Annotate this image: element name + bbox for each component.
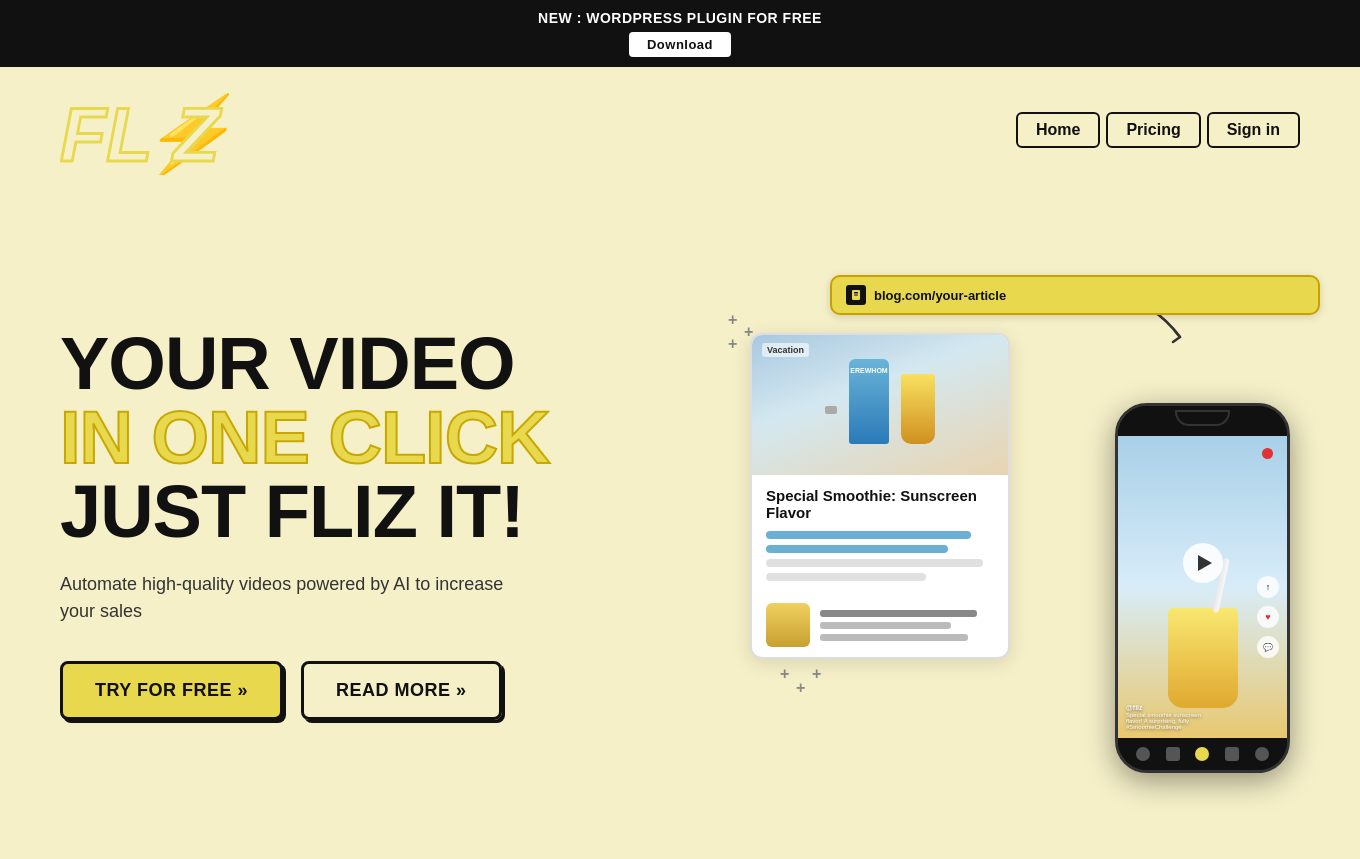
sunscreen-bottle: EREWHOM [849,359,889,444]
svg-text:FL: FL [60,93,152,175]
phone-smoothie-cup [1168,608,1238,708]
phone-play-button[interactable] [1183,543,1223,583]
hero-subtext: Automate high-quality videos powered by … [60,571,520,625]
logo[interactable]: FL ⚡ Z [60,85,230,175]
thumb-line-1 [820,610,977,617]
phone-notch [1175,410,1230,426]
phone-nav-1 [1136,747,1150,761]
plus-decoration-3: + [728,335,737,353]
phone-top-bar [1118,406,1287,436]
blog-card-mockup: Vacation EREWHOM Special Smoothie: Sunsc… [750,333,1010,659]
bottle-label: EREWHOM [849,359,889,375]
headline-line3: JUST FLIZ IT! [60,470,524,553]
download-button[interactable]: Download [629,32,731,57]
read-more-button[interactable]: READ MORE » [301,661,502,720]
blog-thumbnail [766,603,810,647]
blog-card-image-inner: Vacation EREWHOM [752,335,1008,475]
url-text: blog.com/your-article [874,288,1006,303]
svg-text:Z: Z [171,93,222,175]
nav-home-button[interactable]: Home [1016,112,1100,148]
phone-nav-3 [1195,747,1209,761]
phone-nav-5 [1255,747,1269,761]
blog-card-image: Vacation EREWHOM [752,335,1008,475]
phone-nav-4 [1225,747,1239,761]
phone-nav-2 [1166,747,1180,761]
phone-screen: ↑ ♥ 💬 @fliz Special smoothie sunscreen f… [1118,436,1287,738]
record-dot [1262,448,1273,459]
caption-username: @fliz [1126,704,1252,711]
blog-line-3 [766,559,983,567]
logo-svg: FL ⚡ Z [60,85,230,175]
blog-card-lines [766,531,994,581]
plus-decoration-1: + [728,311,737,329]
svg-rect-5 [854,295,858,296]
blog-line-4 [766,573,926,581]
blog-line-2 [766,545,948,553]
blog-card-bottom [752,593,1008,657]
announcement-bar: NEW : WORDPRESS PLUGIN FOR FREE Download [0,0,1360,67]
try-for-free-button[interactable]: TRY FOR FREE » [60,661,283,720]
thumb-line-3 [820,634,968,641]
cap-1 [825,406,837,414]
headline-line1: YOUR VIDEO [60,322,515,405]
phone-bottom-bar [1118,738,1287,770]
hero-buttons: TRY FOR FREE » READ MORE » [60,661,550,720]
hero-headline: YOUR VIDEO IN ONE CLICK JUST FLIZ IT! [60,327,550,549]
blog-image-label: Vacation [762,343,809,357]
header: FL ⚡ Z Home Pricing Sign in [0,67,1360,193]
phone-share-icon: ↑ [1257,576,1279,598]
bookmark-icon [850,289,862,301]
svg-rect-4 [854,292,858,294]
url-pill: blog.com/your-article [830,275,1320,315]
product-illustrations: EREWHOM [825,359,935,452]
nav: Home Pricing Sign in [1016,112,1300,148]
announcement-text: NEW : WORDPRESS PLUGIN FOR FREE [20,10,1340,26]
plus-decoration-6: + [812,665,821,683]
thumb-line-2 [820,622,951,629]
plus-decoration-5: + [796,679,805,697]
plus-decoration-4: + [780,665,789,683]
nav-signin-button[interactable]: Sign in [1207,112,1300,148]
blog-line-1 [766,531,971,539]
blog-card-title: Special Smoothie: Sunscreen Flavor [766,487,994,521]
caption-hashtag: #SmoothieChallenge [1126,724,1252,730]
phone-comment-icon: 💬 [1257,636,1279,658]
hero-illustration: + + + + + + + blog.com/your-article [720,273,1300,773]
play-triangle-icon [1198,555,1212,571]
url-icon [846,285,866,305]
headline-line2: IN ONE CLICK [60,401,550,475]
blog-thumb-lines [820,610,994,641]
phone-mockup: ↑ ♥ 💬 @fliz Special smoothie sunscreen f… [1115,403,1290,773]
smoothie-cup [901,374,935,444]
nav-pricing-button[interactable]: Pricing [1106,112,1200,148]
hero-section: YOUR VIDEO IN ONE CLICK JUST FLIZ IT! Au… [0,193,1360,859]
phone-heart-icon: ♥ [1257,606,1279,628]
hero-content: YOUR VIDEO IN ONE CLICK JUST FLIZ IT! Au… [60,327,550,720]
phone-side-actions: ↑ ♥ 💬 [1257,576,1279,658]
phone-caption: @fliz Special smoothie sunscreen flavor!… [1126,704,1252,730]
blog-card-content: Special Smoothie: Sunscreen Flavor [752,475,1008,593]
